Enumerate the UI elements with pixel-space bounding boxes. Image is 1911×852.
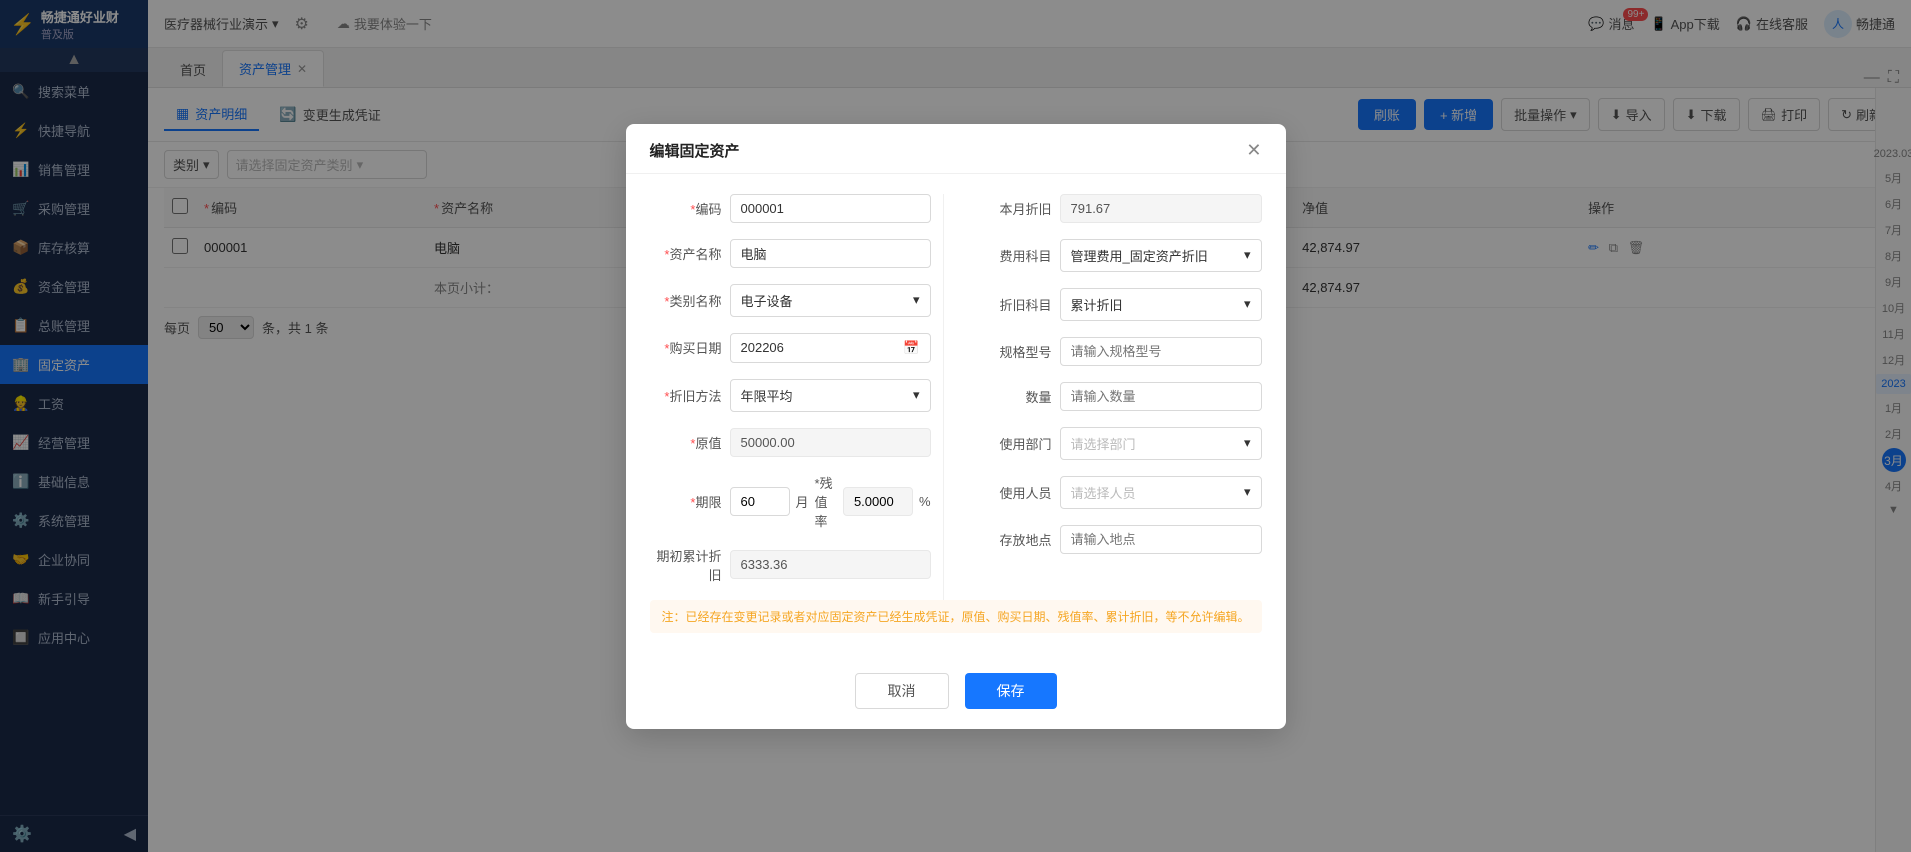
form-row-deprec-method: *折旧方法 年限平均 ▾: [650, 379, 931, 412]
purchase-date-label: *购买日期: [650, 338, 730, 357]
dept-select[interactable]: 请选择部门 ▾: [1060, 427, 1262, 460]
modal-header: 编辑固定资产 ✕: [626, 124, 1286, 174]
location-label: 存放地点: [980, 530, 1060, 549]
residual-label: *残值率: [815, 473, 837, 530]
form-row-dept: 使用部门 请选择部门 ▾: [980, 427, 1262, 460]
form-row-original-value: *原值: [650, 428, 931, 457]
accum-deprec-label: 期初累计折旧: [650, 546, 730, 584]
modal-right-col: 本月折旧 791.67 费用科目 管理费用_固定资产折旧 ▾ 折旧科目 累计折旧…: [968, 194, 1262, 600]
form-row-category: *类别名称 电子设备 ▾: [650, 284, 931, 317]
form-row-monthly-deprec: 本月折旧 791.67: [980, 194, 1262, 223]
modal-overlay: 编辑固定资产 ✕ *编码 *资产名称: [0, 0, 1911, 852]
deprec-account-dropdown-icon: ▾: [1244, 296, 1251, 312]
purchase-date-input[interactable]: 202206 📅: [730, 333, 931, 363]
expense-account-select[interactable]: 管理费用_固定资产折旧 ▾: [1060, 239, 1262, 272]
code-label: *编码: [650, 199, 730, 218]
deprec-account-label: 折旧科目: [980, 295, 1060, 314]
deprec-method-select[interactable]: 年限平均 ▾: [730, 379, 931, 412]
deprec-account-select[interactable]: 累计折旧 ▾: [1060, 288, 1262, 321]
category-label: *类别名称: [650, 291, 730, 310]
asset-name-input[interactable]: [730, 239, 931, 268]
deprec-method-label: *折旧方法: [650, 386, 730, 405]
category-dropdown-icon: ▾: [913, 292, 920, 308]
cancel-button[interactable]: 取消: [855, 673, 949, 709]
monthly-deprec-label: 本月折旧: [980, 199, 1060, 218]
form-row-period: *期限 月 *残值率 %: [650, 473, 931, 530]
original-value-input: [730, 428, 931, 457]
edit-asset-modal: 编辑固定资产 ✕ *编码 *资产名称: [626, 124, 1286, 729]
monthly-deprec-value: 791.67: [1060, 194, 1262, 223]
period-input[interactable]: [730, 487, 790, 516]
asset-name-label: *资产名称: [650, 244, 730, 263]
form-row-expense-account: 费用科目 管理费用_固定资产折旧 ▾: [980, 239, 1262, 272]
category-select[interactable]: 电子设备 ▾: [730, 284, 931, 317]
deprec-method-dropdown-icon: ▾: [913, 387, 920, 403]
person-select[interactable]: 请选择人员 ▾: [1060, 476, 1262, 509]
person-dropdown-icon: ▾: [1244, 484, 1251, 500]
modal-left-col: *编码 *资产名称 *类别名称 电子设备 ▾: [650, 194, 944, 600]
modal-body: *编码 *资产名称 *类别名称 电子设备 ▾: [626, 174, 1286, 661]
expense-account-label: 费用科目: [980, 246, 1060, 265]
dept-dropdown-icon: ▾: [1244, 435, 1251, 451]
code-input[interactable]: [730, 194, 931, 223]
form-row-deprec-account: 折旧科目 累计折旧 ▾: [980, 288, 1262, 321]
quantity-label: 数量: [980, 387, 1060, 406]
location-input[interactable]: [1060, 525, 1262, 554]
form-row-quantity: 数量: [980, 382, 1262, 411]
person-label: 使用人员: [980, 483, 1060, 502]
form-row-code: *编码: [650, 194, 931, 223]
modal-footer: 取消 保存: [626, 661, 1286, 729]
calendar-icon: 📅: [903, 340, 919, 356]
form-row-purchase-date: *购买日期 202206 📅: [650, 333, 931, 363]
modal-note: 注：已经存在变更记录或者对应固定资产已经生成凭证，原值、购买日期、残值率、累计折…: [650, 600, 1262, 633]
dept-label: 使用部门: [980, 434, 1060, 453]
residual-input: [843, 487, 913, 516]
form-row-person: 使用人员 请选择人员 ▾: [980, 476, 1262, 509]
spec-model-input[interactable]: [1060, 337, 1262, 366]
form-row-spec-model: 规格型号: [980, 337, 1262, 366]
period-unit: 月: [796, 492, 809, 511]
modal-close-icon[interactable]: ✕: [1246, 140, 1261, 161]
save-button[interactable]: 保存: [965, 673, 1057, 709]
modal-title: 编辑固定资产: [650, 140, 740, 161]
period-inline: 月 *残值率 %: [730, 473, 931, 530]
spec-model-label: 规格型号: [980, 342, 1060, 361]
period-label: *期限: [650, 492, 730, 511]
residual-unit: %: [919, 494, 931, 509]
form-row-accum-deprec: 期初累计折旧: [650, 546, 931, 584]
form-row-asset-name: *资产名称: [650, 239, 931, 268]
form-row-location: 存放地点: [980, 525, 1262, 554]
quantity-input[interactable]: [1060, 382, 1262, 411]
original-value-label: *原值: [650, 433, 730, 452]
expense-account-dropdown-icon: ▾: [1244, 247, 1251, 263]
accum-deprec-input: [730, 550, 931, 579]
